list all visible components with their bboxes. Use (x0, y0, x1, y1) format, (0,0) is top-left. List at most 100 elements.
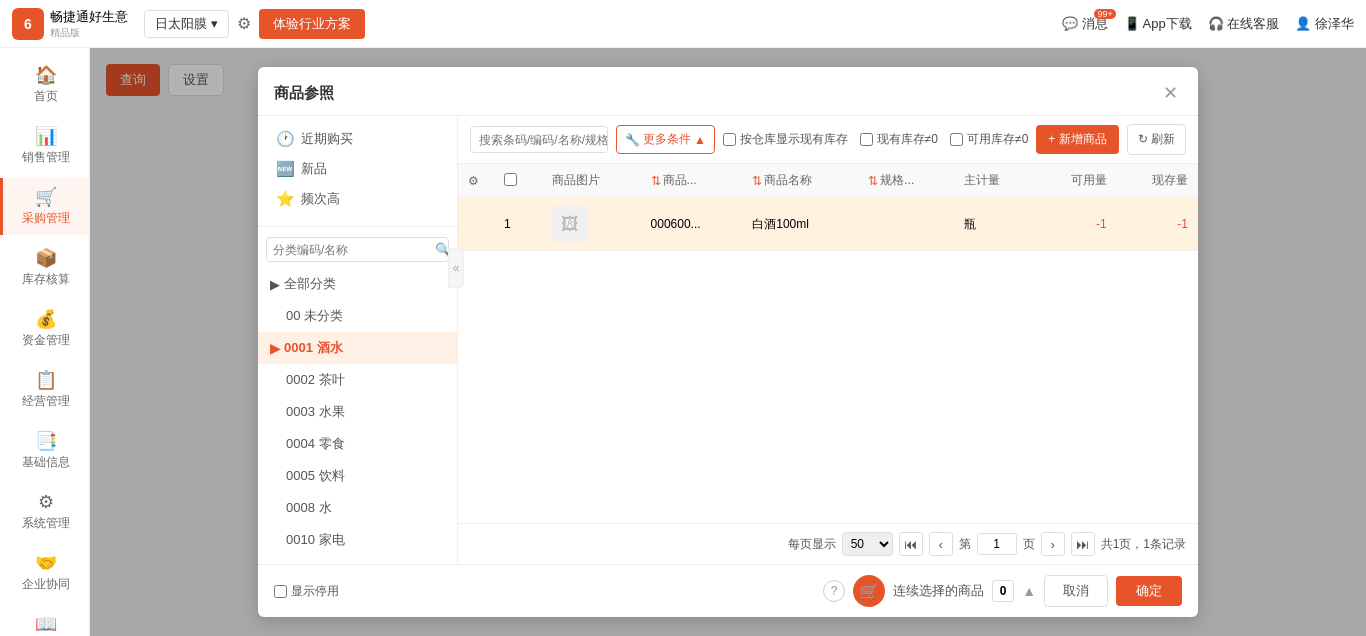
pagination: 每页显示 50 10 20 100 ⏮ ‹ 第 页 (458, 523, 1198, 564)
category-beverage[interactable]: 0005 饮料 (258, 460, 457, 492)
toolbar: 🔍 🔧 更多条件 ▲ 按仓库显示现有库存 (458, 116, 1198, 164)
check-warehouse[interactable]: 按仓库显示现有库存 (723, 131, 848, 148)
th-checkbox (494, 164, 542, 198)
product-image: 🖼 (552, 206, 588, 242)
exp-btn[interactable]: 体验行业方案 (259, 9, 365, 39)
total-info: 共1页，1条记录 (1101, 536, 1186, 553)
quick-access: 🕐 近期购买 🆕 新品 ⭐ 频次高 (258, 124, 457, 222)
more-filter-btn[interactable]: 🔧 更多条件 ▲ (616, 125, 715, 154)
th-stock: 现存量 (1117, 164, 1198, 198)
clock-icon: 🕐 (276, 130, 295, 148)
category-tea[interactable]: 0002 茶叶 (258, 364, 457, 396)
category-unclassified[interactable]: 00 未分类 (258, 300, 457, 332)
system-icon: ⚙ (38, 491, 54, 513)
table-body: 1 🖼 000600... (458, 198, 1198, 251)
row-img: 🖼 (542, 198, 641, 251)
service-btn[interactable]: 🎧 在线客服 (1208, 15, 1280, 33)
modal-overlay: 商品参照 ✕ 🕐 近期购买 🆕 (90, 48, 1366, 636)
quick-freq[interactable]: ⭐ 频次高 (266, 184, 449, 214)
sidebar-item-operations[interactable]: 📋 经营管理 (0, 361, 89, 418)
category-electronics[interactable]: 0010 家电 (258, 524, 457, 556)
check-stock-input[interactable] (860, 133, 873, 146)
purchase-icon: 🛒 (35, 186, 57, 208)
product-table-wrap: ⚙ 商品图片 (458, 164, 1198, 523)
sidebar-item-inventory[interactable]: 📦 库存核算 (0, 239, 89, 296)
sidebar-item-system[interactable]: ⚙ 系统管理 (0, 483, 89, 540)
modal-title: 商品参照 (274, 84, 334, 103)
nav-right: 💬 99+ 消息 📱 App下载 🎧 在线客服 👤 徐泽华 (1062, 15, 1354, 33)
category-all[interactable]: ▶ 全部分类 (258, 268, 457, 300)
user-menu[interactable]: 👤 徐泽华 (1295, 15, 1354, 33)
quick-new[interactable]: 🆕 新品 (266, 154, 449, 184)
footer-right: ? 🛒 连续选择的商品 0 ▲ 取消 确定 (823, 575, 1182, 607)
category-water[interactable]: 0008 水 (258, 492, 457, 524)
add-product-btn[interactable]: + 新增商品 (1036, 125, 1118, 154)
show-disabled-check[interactable]: 显示停用 (274, 583, 339, 600)
finance-icon: 💰 (35, 308, 57, 330)
collapse-up-btn[interactable]: ▲ (1022, 583, 1036, 599)
category-fruit[interactable]: 0003 水果 (258, 396, 457, 428)
category-list: ▶ 全部分类 00 未分类 ▶ 0001 酒水 (258, 268, 457, 556)
th-spec[interactable]: ⇅ 规格... (858, 164, 954, 198)
store-selector[interactable]: 日太阳膜 ▾ (144, 10, 229, 38)
arrow-icon-active: ▶ (270, 341, 280, 356)
sidebar-item-guide[interactable]: 📖 新手引导 (0, 605, 89, 636)
home-icon: 🏠 (35, 64, 57, 86)
right-panel: 🔍 🔧 更多条件 ▲ 按仓库显示现有库存 (458, 116, 1198, 564)
next-page-btn[interactable]: › (1041, 532, 1065, 556)
sidebar-item-basic[interactable]: 📑 基础信息 (0, 422, 89, 479)
page-number-input[interactable] (977, 533, 1017, 555)
check-avail-nonzero[interactable]: 可用库存≠0 (950, 131, 1028, 148)
gear-icon[interactable]: ⚙ (237, 14, 251, 33)
sidebar-item-purchase[interactable]: 🛒 采购管理 (0, 178, 89, 235)
category-search-btn[interactable]: 🔍 (429, 238, 449, 261)
th-name[interactable]: ⇅ 商品名称 (742, 164, 858, 198)
corp-icon: 🤝 (35, 552, 57, 574)
first-page-btn[interactable]: ⏮ (899, 532, 923, 556)
product-search-input[interactable] (471, 128, 608, 152)
message-btn[interactable]: 💬 99+ 消息 (1062, 15, 1108, 33)
confirm-btn[interactable]: 确定 (1116, 576, 1182, 606)
cancel-btn[interactable]: 取消 (1044, 575, 1108, 607)
th-settings[interactable]: ⚙ (458, 164, 494, 198)
sort-icon: ⇅ (651, 174, 661, 188)
th-code[interactable]: ⇅ 商品... (641, 164, 743, 198)
row-num: 1 (494, 198, 542, 251)
left-panel: 🕐 近期购买 🆕 新品 ⭐ 频次高 (258, 116, 458, 564)
check-warehouse-input[interactable] (723, 133, 736, 146)
category-liquor[interactable]: ▶ 0001 酒水 (258, 332, 457, 364)
app-download-btn[interactable]: 📱 App下载 (1124, 15, 1192, 33)
page-size-select[interactable]: 50 10 20 100 (842, 532, 893, 556)
guide-icon: 📖 (35, 613, 57, 635)
category-search-input[interactable] (267, 239, 429, 261)
table-row[interactable]: 1 🖼 000600... (458, 198, 1198, 251)
last-page-btn[interactable]: ⏭ (1071, 532, 1095, 556)
sidebar-item-home[interactable]: 🏠 首页 (0, 56, 89, 113)
th-unit[interactable]: 主计量 (954, 164, 1035, 198)
check-stock-nonzero[interactable]: 现有库存≠0 (860, 131, 938, 148)
basic-icon: 📑 (35, 430, 57, 452)
row-spec (858, 198, 954, 251)
quick-recent[interactable]: 🕐 近期购买 (266, 124, 449, 154)
select-all-checkbox[interactable] (504, 173, 517, 186)
logo-icon: 6 (12, 8, 44, 40)
sidebar-item-corp[interactable]: 🤝 企业协同 (0, 544, 89, 601)
cart-icon-btn[interactable]: 🛒 (853, 575, 885, 607)
operations-icon: 📋 (35, 369, 57, 391)
refresh-btn[interactable]: ↻ 刷新 (1127, 124, 1186, 155)
check-avail-input[interactable] (950, 133, 963, 146)
sidebar-item-sales[interactable]: 📊 销售管理 (0, 117, 89, 174)
layout: 🏠 首页 📊 销售管理 🛒 采购管理 📦 库存核算 💰 资金管理 📋 经营管理 … (0, 48, 1366, 636)
filter-checkboxes: 按仓库显示现有库存 现有库存≠0 可用库存≠0 (723, 131, 1029, 148)
sort-icon-name: ⇅ (752, 174, 762, 188)
show-disabled-input[interactable] (274, 585, 287, 598)
modal-close-btn[interactable]: ✕ (1158, 81, 1182, 105)
help-btn[interactable]: ? (823, 580, 845, 602)
prev-page-btn[interactable]: ‹ (929, 532, 953, 556)
arrow-icon: ▶ (270, 277, 280, 292)
logo-text: 畅捷通好生意 精品版 (50, 8, 128, 40)
category-snack[interactable]: 0004 零食 (258, 428, 457, 460)
left-panel-collapse-btn[interactable]: « (448, 248, 464, 288)
sidebar-item-finance[interactable]: 💰 资金管理 (0, 300, 89, 357)
product-reference-modal: 商品参照 ✕ 🕐 近期购买 🆕 (258, 67, 1198, 617)
